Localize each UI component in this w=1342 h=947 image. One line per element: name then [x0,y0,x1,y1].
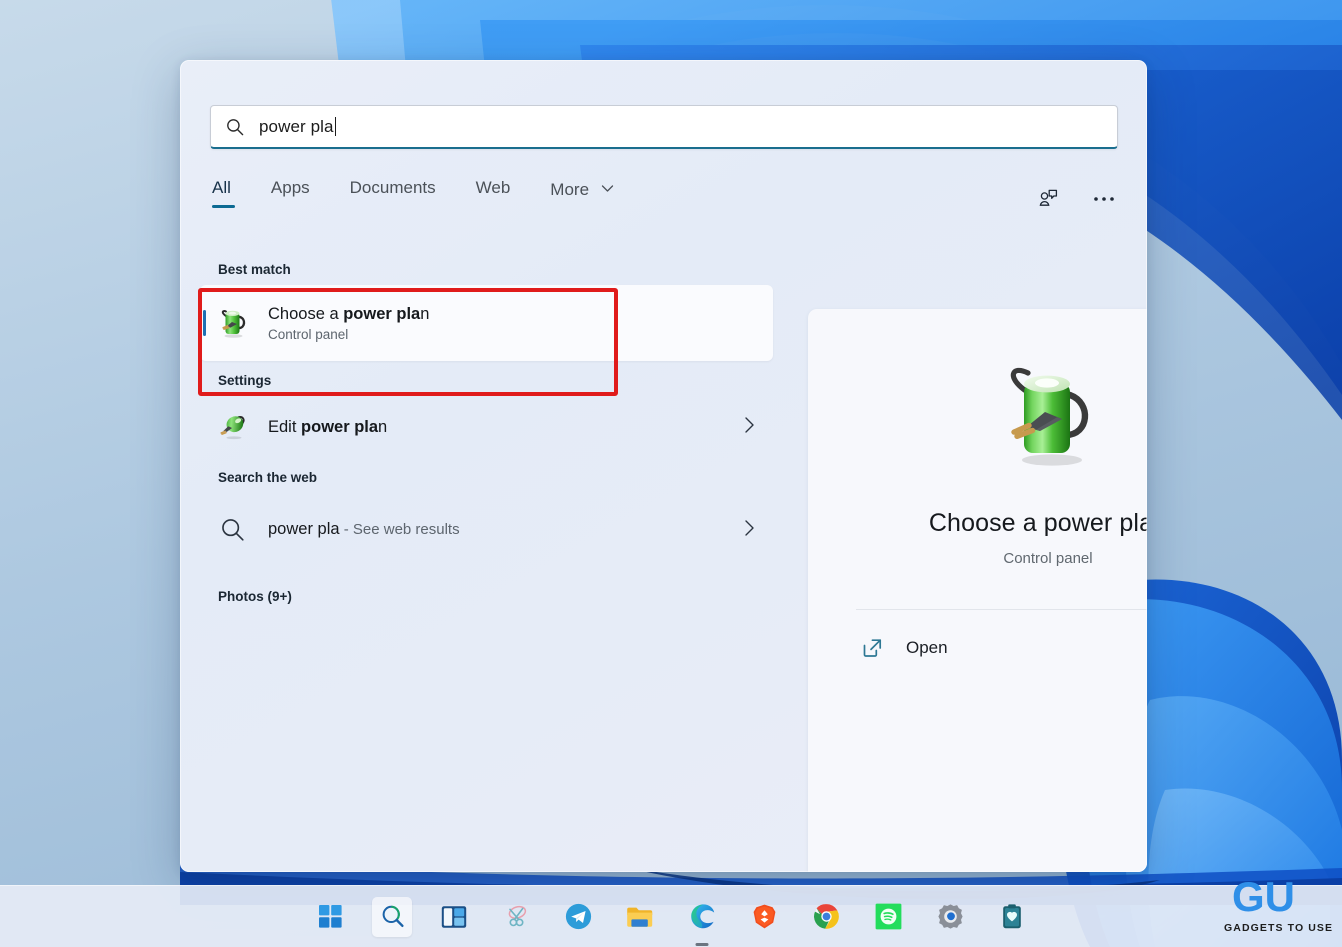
text-cursor [334,117,336,136]
search-input[interactable]: power pla [210,105,1118,149]
title-match: power pla [343,304,421,323]
best-match-text: Choose a power plan Control panel [268,304,759,343]
snipping-tool-button[interactable] [496,897,536,937]
search-button[interactable] [372,896,412,937]
title-suffix: n [420,304,430,323]
tab-all[interactable]: All [212,178,235,208]
section-header-photos: Photos (9+) [218,589,292,604]
web-search-result[interactable]: power pla - See web results [200,493,773,567]
settings-result-edit-power-plan[interactable]: Edit power plan [200,396,773,458]
title-suffix: n [378,417,388,436]
selection-indicator [203,310,206,336]
microsoft-edge-button[interactable] [682,897,722,946]
power-plan-icon [990,359,1106,475]
web-search-title: power pla - See web results [268,520,460,538]
brave-browser-button[interactable] [744,897,784,937]
start-button[interactable] [310,897,350,937]
tab-web[interactable]: Web [476,178,511,208]
best-match-title: Choose a power plan [268,305,429,323]
tab-more[interactable]: More [550,178,613,210]
more-options-icon[interactable] [1089,184,1119,214]
external-link-icon [860,636,884,660]
running-indicator [695,942,709,946]
tab-documents-label: Documents [349,178,436,197]
web-search-text: power pla - See web results [268,518,728,542]
tab-web-label: Web [475,178,511,197]
settings-result-title: Edit power plan [268,418,387,436]
tab-active-indicator [212,205,235,208]
power-plan-icon [214,304,252,342]
preview-subtitle: Control panel [1003,550,1093,567]
title-prefix: Edit [268,417,302,436]
tab-all-label: All [212,178,231,197]
section-header-best-match: Best match [218,262,291,277]
web-search-suffix: - See web results [339,521,460,539]
watermark-tagline: GADGETS TO USE [1224,922,1333,934]
search-filter-tabs: All Apps Documents Web More [212,178,1117,224]
result-preview-card: Choose a power plan Control panel Open [808,309,1147,872]
tab-more-label: More [550,180,590,199]
web-search-query: power pla [268,520,340,539]
search-results-list: Best match Choose a power plan Control p… [180,250,805,872]
open-button[interactable]: Open [838,610,1147,660]
telegram-button[interactable] [558,897,598,937]
windows-search-panel: power pla All Apps Documents Web More Be… [180,60,1147,872]
search-input-value: power pla [259,116,334,136]
search-header-actions [1033,184,1119,214]
best-match-result[interactable]: Choose a power plan Control panel [200,285,773,361]
section-header-settings: Settings [218,373,272,388]
chevron-down-icon [601,178,614,198]
best-match-subtitle: Control panel [268,327,349,343]
open-button-label: Open [906,638,948,657]
health-clipboard-button[interactable] [992,897,1032,937]
task-view-button[interactable] [434,897,474,937]
search-box-container: power pla [210,105,1118,149]
google-chrome-button[interactable] [806,897,846,937]
edit-power-plan-icon [214,408,252,446]
chevron-right-icon[interactable] [744,416,759,439]
title-match: power pla [301,417,379,436]
tab-apps-label: Apps [270,178,310,197]
tab-documents[interactable]: Documents [350,178,436,208]
gadgets-to-use-watermark: GU GADGETS TO USE [1220,865,1336,943]
tab-apps[interactable]: Apps [271,178,310,208]
search-icon [225,117,245,137]
search-icon [214,511,252,549]
settings-result-text: Edit power plan [268,417,728,438]
watermark-logo-text: GU [1232,873,1295,920]
feedback-icon[interactable] [1033,184,1063,214]
file-explorer-button[interactable] [620,897,660,937]
title-prefix: Choose a [268,304,344,323]
section-header-search-the-web: Search the web [218,470,318,485]
preview-title: Choose a power plan [928,509,1147,537]
chevron-right-icon[interactable] [744,519,759,542]
taskbar [0,885,1342,947]
spotify-button[interactable] [868,897,908,937]
settings-button[interactable] [930,897,970,937]
